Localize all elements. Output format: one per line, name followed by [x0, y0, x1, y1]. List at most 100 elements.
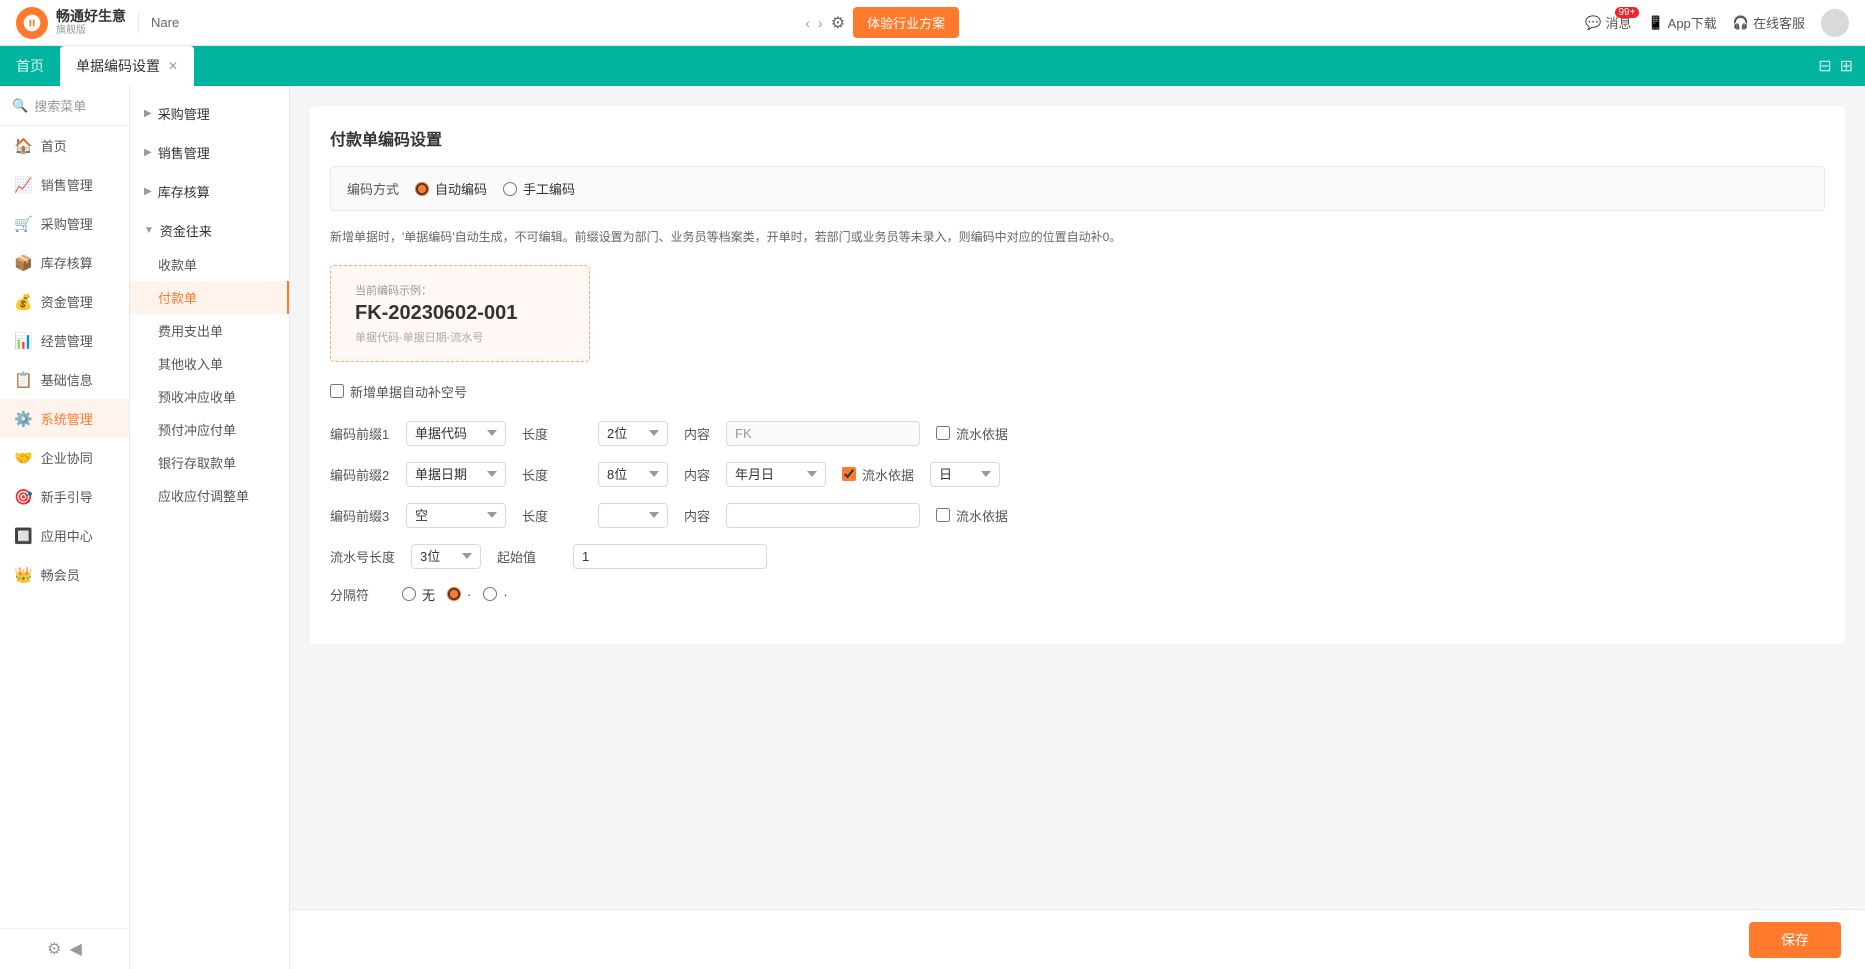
sep-none-option[interactable]: 无 [402, 585, 435, 604]
try-btn[interactable]: 体验行业方案 [853, 7, 959, 38]
page-title: 付款单编码设置 [330, 126, 1825, 150]
tab-serial-setting[interactable]: 单据编码设置 ✕ [60, 46, 194, 86]
prefix3-serial-checkbox[interactable] [936, 508, 950, 522]
prefix1-length-select[interactable]: 2位 [598, 421, 668, 446]
sep-dash-radio[interactable] [483, 587, 497, 601]
sidebar-item-membership[interactable]: 👑 畅会员 [0, 555, 129, 594]
sep-dot-radio[interactable] [447, 587, 461, 601]
main-layout: 🔍 搜索菜单 🏠 首页 📈 销售管理 🛒 采购管理 📦 库存核算 💰 [0, 86, 1865, 969]
sub-sidebar-group-inventory: ▶ 库存核算 [130, 174, 289, 209]
sidebar-item-apps-label: 应用中心 [41, 526, 93, 545]
sidebar-item-inventory[interactable]: 📦 库存核算 [0, 243, 129, 282]
nav-arrow-left[interactable]: ‹ [805, 15, 810, 31]
manual-radio-option[interactable]: 手工编码 [503, 179, 575, 198]
sub-sidebar-item-receipt[interactable]: 收款单 [130, 248, 289, 281]
prefix2-serial-label: 流水依据 [862, 465, 914, 484]
sidebar-item-apps[interactable]: 🔲 应用中心 [0, 516, 129, 555]
tab-serial-setting-close[interactable]: ✕ [168, 59, 178, 73]
prefix2-serial-check[interactable]: 流水依据 [842, 465, 914, 484]
sub-sidebar-sales-label: 销售管理 [158, 143, 210, 162]
sidebar-item-guide[interactable]: 🎯 新手引导 [0, 477, 129, 516]
sidebar-item-basic[interactable]: 📋 基础信息 [0, 360, 129, 399]
prefix2-length-label: 长度 [522, 465, 582, 484]
content-area: ▶ 采购管理 ▶ 销售管理 ▶ 库存核算 ▼ 资金往来 [130, 86, 1865, 969]
online-service-item[interactable]: 🎧 在线客服 [1733, 13, 1805, 32]
sidebar-item-sales[interactable]: 📈 销售管理 [0, 165, 129, 204]
settings-btn[interactable]: ⚙ [47, 939, 61, 959]
avatar [1821, 9, 1849, 37]
topbar-right: 💬 消息 99+ 📱 App下载 🎧 在线客服 [1585, 9, 1849, 37]
sub-sidebar-item-advance-receivable[interactable]: 预收冲应收单 [130, 380, 289, 413]
settings-card: 付款单编码设置 编码方式 自动编码 手工编码 [310, 106, 1845, 644]
sep-none-radio[interactable] [402, 587, 416, 601]
prefix2-serial-checkbox[interactable] [842, 467, 856, 481]
sidebar-item-operations[interactable]: 📊 经营管理 [0, 321, 129, 360]
sub-sidebar-header-purchase[interactable]: ▶ 采购管理 [130, 96, 289, 131]
prefix1-serial-checkbox[interactable] [936, 426, 950, 440]
system-icon: ⚙️ [14, 410, 33, 428]
prefix2-length-select[interactable]: 8位 [598, 462, 668, 487]
prefix2-select[interactable]: 单据日期 [406, 462, 506, 487]
encode-method-label: 编码方式 [347, 179, 399, 198]
sub-sidebar-item-expense[interactable]: 费用支出单 [130, 314, 289, 347]
app-download-item[interactable]: 📱 App下载 [1647, 13, 1716, 32]
start-value-input[interactable] [573, 544, 767, 569]
sub-sidebar-header-inventory[interactable]: ▶ 库存核算 [130, 174, 289, 209]
sidebar-item-home[interactable]: 🏠 首页 [0, 126, 129, 165]
sep-dot-option[interactable]: · [447, 587, 471, 602]
prefix1-serial-check[interactable]: 流水依据 [936, 424, 1008, 443]
sub-sidebar-header-sales[interactable]: ▶ 销售管理 [130, 135, 289, 170]
sidebar-item-system[interactable]: ⚙️ 系统管理 [0, 399, 129, 438]
sidebar-item-guide-label: 新手引导 [41, 487, 93, 506]
nav-arrow-right[interactable]: › [818, 15, 823, 31]
prefix3-row: 编码前缀3 空 长度 内容 流水依据 [330, 503, 1825, 528]
auto-radio-input[interactable] [415, 182, 429, 196]
sidebar-item-enterprise[interactable]: 🤝 企业协同 [0, 438, 129, 477]
sub-sidebar-item-advance-payable[interactable]: 预付冲应付单 [130, 413, 289, 446]
auto-radio-option[interactable]: 自动编码 [415, 179, 487, 198]
sub-sidebar-purchase-label: 采购管理 [158, 104, 210, 123]
sidebar-item-finance[interactable]: 💰 资金管理 [0, 282, 129, 321]
collapse-btn[interactable]: ◀ [70, 939, 82, 959]
prefix3-select[interactable]: 空 [406, 503, 506, 528]
company-name: Nare [151, 15, 179, 30]
logo-area: 畅通好生意 旗舰版 [16, 7, 126, 39]
prefix1-content-input [726, 421, 920, 446]
prefix2-row: 编码前缀2 单据日期 长度 8位 内容 年月日 [330, 462, 1825, 487]
sidebar-item-purchase[interactable]: 🛒 采购管理 [0, 204, 129, 243]
prefix1-select[interactable]: 单据代码 [406, 421, 506, 446]
prefix2-label: 编码前缀2 [330, 465, 390, 484]
manual-radio-input[interactable] [503, 182, 517, 196]
topbar-left: 畅通好生意 旗舰版 Nare [16, 7, 179, 39]
settings-icon[interactable]: ⚙ [831, 13, 845, 33]
sub-sidebar-item-payment[interactable]: 付款单 [130, 281, 289, 314]
serial-length-select[interactable]: 3位 [411, 544, 481, 569]
prefix2-content-select[interactable]: 年月日 [726, 462, 826, 487]
sub-sidebar-item-ar-ap-adjust[interactable]: 应收应付调整单 [130, 479, 289, 512]
prefix3-serial-check[interactable]: 流水依据 [936, 506, 1008, 525]
prefix2-granularity-select[interactable]: 日 [930, 462, 1000, 487]
maximize-icon[interactable]: ⊞ [1840, 56, 1853, 76]
sidebar-search-label: 搜索菜单 [34, 96, 86, 115]
prefix3-label: 编码前缀3 [330, 506, 390, 525]
sub-sidebar-header-capital[interactable]: ▼ 资金往来 [130, 213, 289, 248]
enterprise-icon: 🤝 [14, 449, 33, 467]
sub-sidebar-group-capital: ▼ 资金往来 收款单 付款单 费用支出单 其他收入单 预收冲应收单 [130, 213, 289, 512]
finance-icon: 💰 [14, 293, 33, 311]
save-button[interactable]: 保存 [1749, 922, 1841, 958]
sub-sidebar-item-bank-deposit[interactable]: 银行存取款单 [130, 446, 289, 479]
minimize-icon[interactable]: ⊟ [1818, 56, 1831, 76]
sidebar-item-sales-label: 销售管理 [41, 175, 93, 194]
message-item[interactable]: 💬 消息 99+ [1585, 13, 1631, 32]
sidebar: 🔍 搜索菜单 🏠 首页 📈 销售管理 🛒 采购管理 📦 库存核算 💰 [0, 86, 130, 969]
topbar: 畅通好生意 旗舰版 Nare ‹ › ⚙ 体验行业方案 💬 消息 99+ 📱 A… [0, 0, 1865, 46]
sidebar-search[interactable]: 🔍 搜索菜单 [0, 86, 129, 126]
sep-dash-option[interactable]: · [483, 587, 507, 602]
sub-sidebar-item-other-income[interactable]: 其他收入单 [130, 347, 289, 380]
code-preview-example-label: 当前编码示例： [355, 282, 565, 298]
prefix3-length-select[interactable] [598, 503, 668, 528]
topbar-center: ‹ › ⚙ 体验行业方案 [805, 7, 959, 38]
sub-sidebar-inventory-label: 库存核算 [158, 182, 210, 201]
auto-fill-checkbox[interactable] [330, 384, 344, 398]
tab-home[interactable]: 首页 [0, 46, 60, 86]
